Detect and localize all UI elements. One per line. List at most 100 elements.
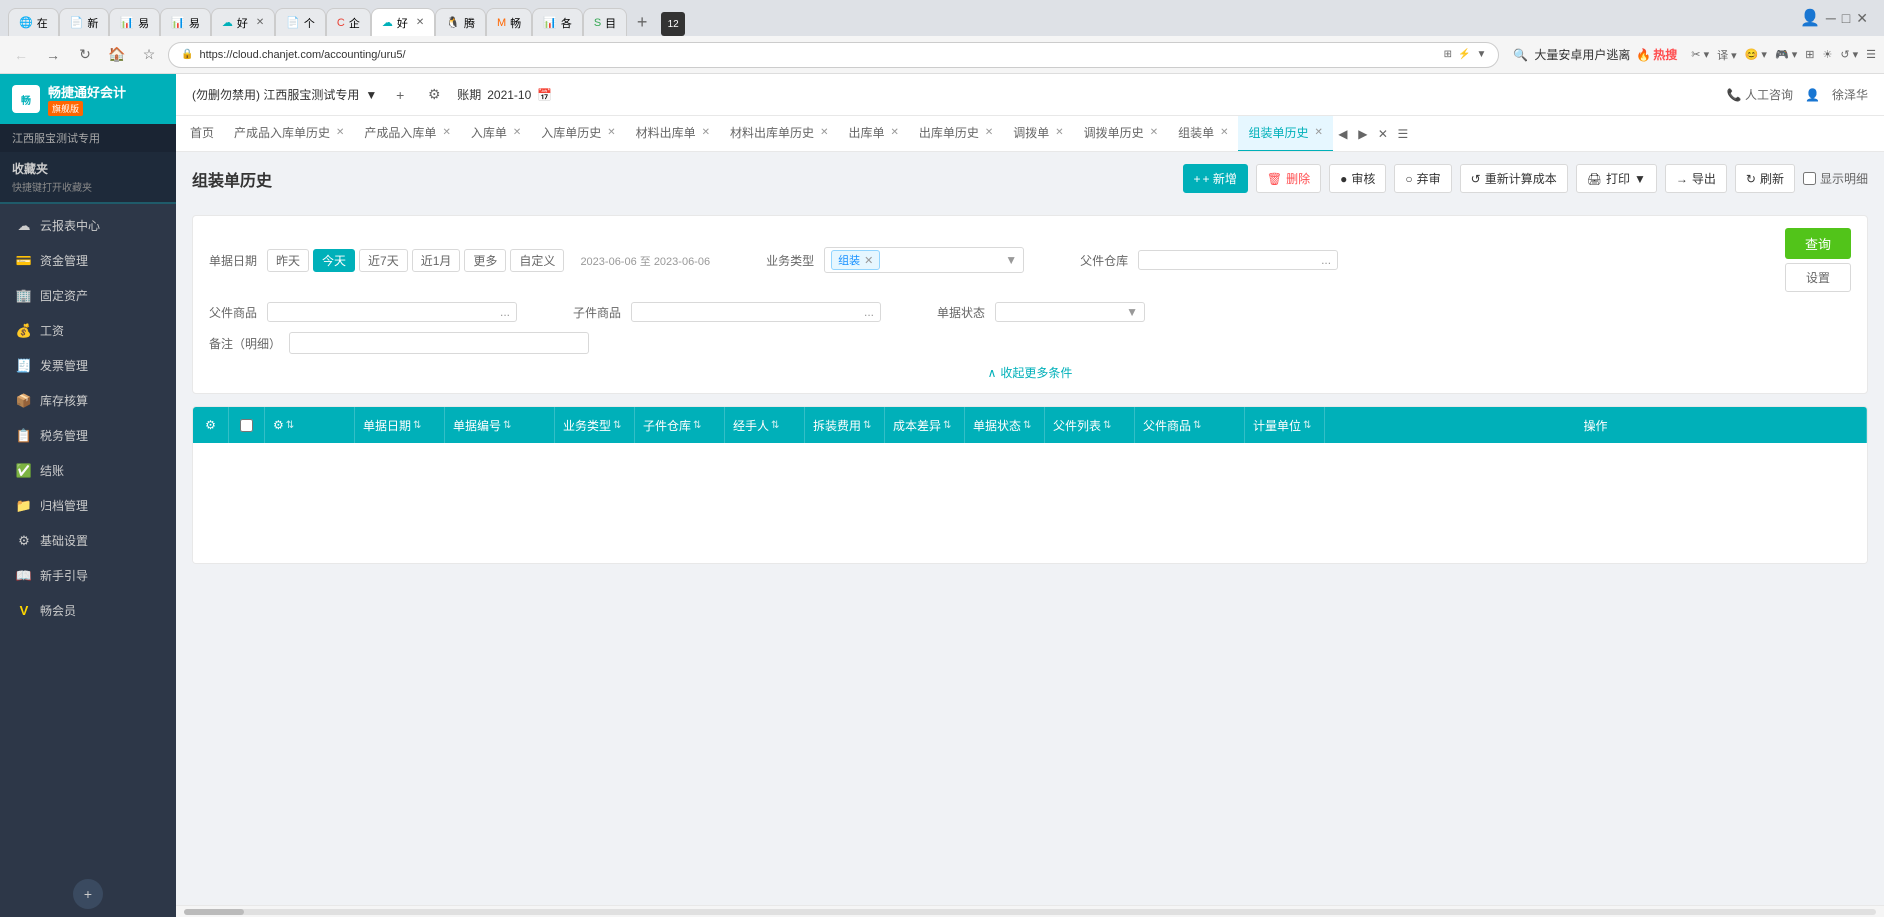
- game-tool[interactable]: 🎮 ▾: [1775, 48, 1797, 61]
- custom-date-btn[interactable]: 自定义: [510, 249, 564, 272]
- today-btn[interactable]: 今天: [313, 249, 355, 272]
- tab-stock-out[interactable]: 出库单 ✕: [838, 116, 908, 152]
- collapse-btn[interactable]: ∧ 收起更多条件: [209, 364, 1851, 381]
- th-settings[interactable]: ⚙: [193, 407, 229, 443]
- abandon-btn[interactable]: ○ 弃审: [1394, 164, 1451, 193]
- browser-tab-7[interactable]: C 企: [326, 8, 371, 36]
- tab-close-all-btn[interactable]: ✕: [1373, 124, 1393, 144]
- period-selector[interactable]: 账期 2021-10 📅: [457, 86, 552, 103]
- th-handler[interactable]: 经手人 ⇅: [725, 407, 805, 443]
- tab-stock-in-history-close[interactable]: ✕: [607, 127, 615, 138]
- yesterday-btn[interactable]: 昨天: [267, 249, 309, 272]
- doc-status-selector[interactable]: ▼: [995, 302, 1145, 322]
- browser-tab-1[interactable]: 🌐 在: [8, 8, 59, 36]
- sidebar-item-invoice[interactable]: 🧾 发票管理: [0, 348, 176, 383]
- close-btn[interactable]: ✕: [1856, 10, 1868, 27]
- show-detail-checkbox[interactable]: 显示明细: [1803, 170, 1868, 187]
- browser-tab-12[interactable]: S 目: [583, 8, 627, 36]
- add-btn[interactable]: + + 新增: [1183, 164, 1248, 193]
- th-doc-date[interactable]: 单据日期 ⇅: [355, 407, 445, 443]
- tab-product-in-history-close[interactable]: ✕: [336, 127, 344, 138]
- grid-tool[interactable]: ⊞: [1805, 48, 1814, 61]
- menu-tool[interactable]: ☰: [1866, 48, 1876, 61]
- sun-tool[interactable]: ☀: [1822, 48, 1832, 61]
- business-type-selector[interactable]: 组装 ✕ ▼: [824, 247, 1024, 273]
- query-btn[interactable]: 查询: [1785, 228, 1851, 259]
- th-parent-goods[interactable]: 父件商品 ⇅: [1135, 407, 1245, 443]
- browser-tab-10[interactable]: M 畅: [486, 8, 532, 36]
- tab-stock-in-history[interactable]: 入库单历史 ✕: [531, 116, 625, 152]
- parent-goods-selector[interactable]: ...: [267, 302, 517, 322]
- tab-home[interactable]: 首页: [180, 116, 224, 152]
- set-btn[interactable]: 设置: [1785, 263, 1851, 292]
- add-company-btn[interactable]: +: [389, 84, 411, 106]
- sidebar-favorites[interactable]: 收藏夹 快捷键打开收藏夹: [0, 152, 176, 202]
- sidebar-item-inventory[interactable]: 📦 库存核算: [0, 383, 176, 418]
- scrollbar-thumb[interactable]: [184, 909, 244, 915]
- sidebar-item-archive[interactable]: 📁 归档管理: [0, 488, 176, 523]
- sidebar-item-salary[interactable]: 💰 工资: [0, 313, 176, 348]
- sidebar-item-settlement[interactable]: ✅ 结账: [0, 453, 176, 488]
- home-btn[interactable]: 🏠: [104, 42, 130, 68]
- undo-tool[interactable]: ↺ ▾: [1840, 48, 1858, 61]
- more-date-btn[interactable]: 更多: [464, 249, 506, 272]
- sidebar-item-fund[interactable]: 💳 资金管理: [0, 243, 176, 278]
- tab-transfer-close[interactable]: ✕: [1055, 127, 1063, 138]
- sidebar-add-btn[interactable]: +: [73, 879, 103, 909]
- review-btn[interactable]: ● 审核: [1329, 164, 1386, 193]
- browser-tab-8[interactable]: ☁ 好 ✕: [371, 8, 435, 36]
- th-parent-list[interactable]: 父件列表 ⇅: [1045, 407, 1135, 443]
- tab-transfer-history[interactable]: 调拨单历史 ✕: [1074, 116, 1168, 152]
- settings-btn[interactable]: ⚙: [423, 84, 445, 106]
- tab-material-out-history[interactable]: 材料出库单历史 ✕: [720, 116, 838, 152]
- translate-tool[interactable]: 译 ▾: [1717, 47, 1737, 63]
- last-month-btn[interactable]: 近1月: [412, 249, 461, 272]
- dropdown-icon[interactable]: ▼: [1476, 49, 1486, 60]
- tag-close-icon[interactable]: ✕: [864, 254, 873, 267]
- tab-material-out-history-close[interactable]: ✕: [820, 127, 828, 138]
- scrollbar-track[interactable]: [184, 909, 1876, 915]
- tab-stock-out-history-close[interactable]: ✕: [985, 127, 993, 138]
- tab-menu-btn[interactable]: ☰: [1393, 124, 1413, 144]
- recalculate-btn[interactable]: ↺ 重新计算成本: [1460, 164, 1568, 193]
- tab-stock-in[interactable]: 入库单 ✕: [461, 116, 531, 152]
- tab-material-out-close[interactable]: ✕: [702, 127, 710, 138]
- th-child-warehouse[interactable]: 子件仓库 ⇅: [635, 407, 725, 443]
- tab-prev-btn[interactable]: ◀: [1333, 124, 1353, 144]
- tab-material-out[interactable]: 材料出库单 ✕: [626, 116, 720, 152]
- notes-input[interactable]: [289, 332, 589, 354]
- delete-btn[interactable]: 🗑 删除: [1256, 164, 1321, 193]
- refresh-btn[interactable]: ↻ 刷新: [1735, 164, 1795, 193]
- company-selector[interactable]: (勿删勿禁用) 江西服宝测试专用 ▼: [192, 86, 377, 103]
- tab-next-btn[interactable]: ▶: [1353, 124, 1373, 144]
- last7-btn[interactable]: 近7天: [359, 249, 408, 272]
- qr-icon[interactable]: ⊞: [1444, 49, 1452, 60]
- tab-transfer[interactable]: 调拨单 ✕: [1003, 116, 1073, 152]
- tab-assembly-close[interactable]: ✕: [1220, 127, 1228, 138]
- tab-assembly-history[interactable]: 组装单历史 ✕: [1238, 116, 1332, 152]
- th-disassembly-cost[interactable]: 拆装费用 ⇅: [805, 407, 885, 443]
- tab-transfer-history-close[interactable]: ✕: [1150, 127, 1158, 138]
- scissors-tool[interactable]: ✂ ▾: [1691, 48, 1709, 61]
- th-doc-type[interactable]: ⚙ ⇅: [265, 407, 355, 443]
- th-business-type[interactable]: 业务类型 ⇅: [555, 407, 635, 443]
- back-btn[interactable]: ←: [8, 42, 34, 68]
- sidebar-item-tax[interactable]: 📋 税务管理: [0, 418, 176, 453]
- tab-stock-out-history[interactable]: 出库单历史 ✕: [909, 116, 1003, 152]
- tab-stock-in-close[interactable]: ✕: [513, 127, 521, 138]
- address-bar[interactable]: 🔒 https://cloud.chanjet.com/accounting/u…: [168, 42, 1499, 68]
- warehouse-ellipsis[interactable]: ...: [1321, 253, 1331, 267]
- export-btn[interactable]: → 导出: [1665, 164, 1727, 193]
- maximize-btn[interactable]: □: [1842, 10, 1850, 26]
- tab-product-in[interactable]: 产成品入库单 ✕: [354, 116, 460, 152]
- sidebar-item-fixed-assets[interactable]: 🏢 固定资产: [0, 278, 176, 313]
- th-checkbox[interactable]: [229, 407, 265, 443]
- browser-tab-9[interactable]: 🐧 腾: [435, 8, 486, 36]
- tab-stock-out-close[interactable]: ✕: [890, 127, 898, 138]
- profile-icon[interactable]: 👤: [1800, 8, 1820, 28]
- th-doc-status[interactable]: 单据状态 ⇅: [965, 407, 1045, 443]
- sidebar-item-basic[interactable]: ⚙ 基础设置: [0, 523, 176, 558]
- selector-dropdown-icon[interactable]: ▼: [1005, 253, 1017, 267]
- search-box[interactable]: 🔍 大量安卓用户逃离 🔥 热搜: [1505, 46, 1685, 63]
- th-doc-no[interactable]: 单据编号 ⇅: [445, 407, 555, 443]
